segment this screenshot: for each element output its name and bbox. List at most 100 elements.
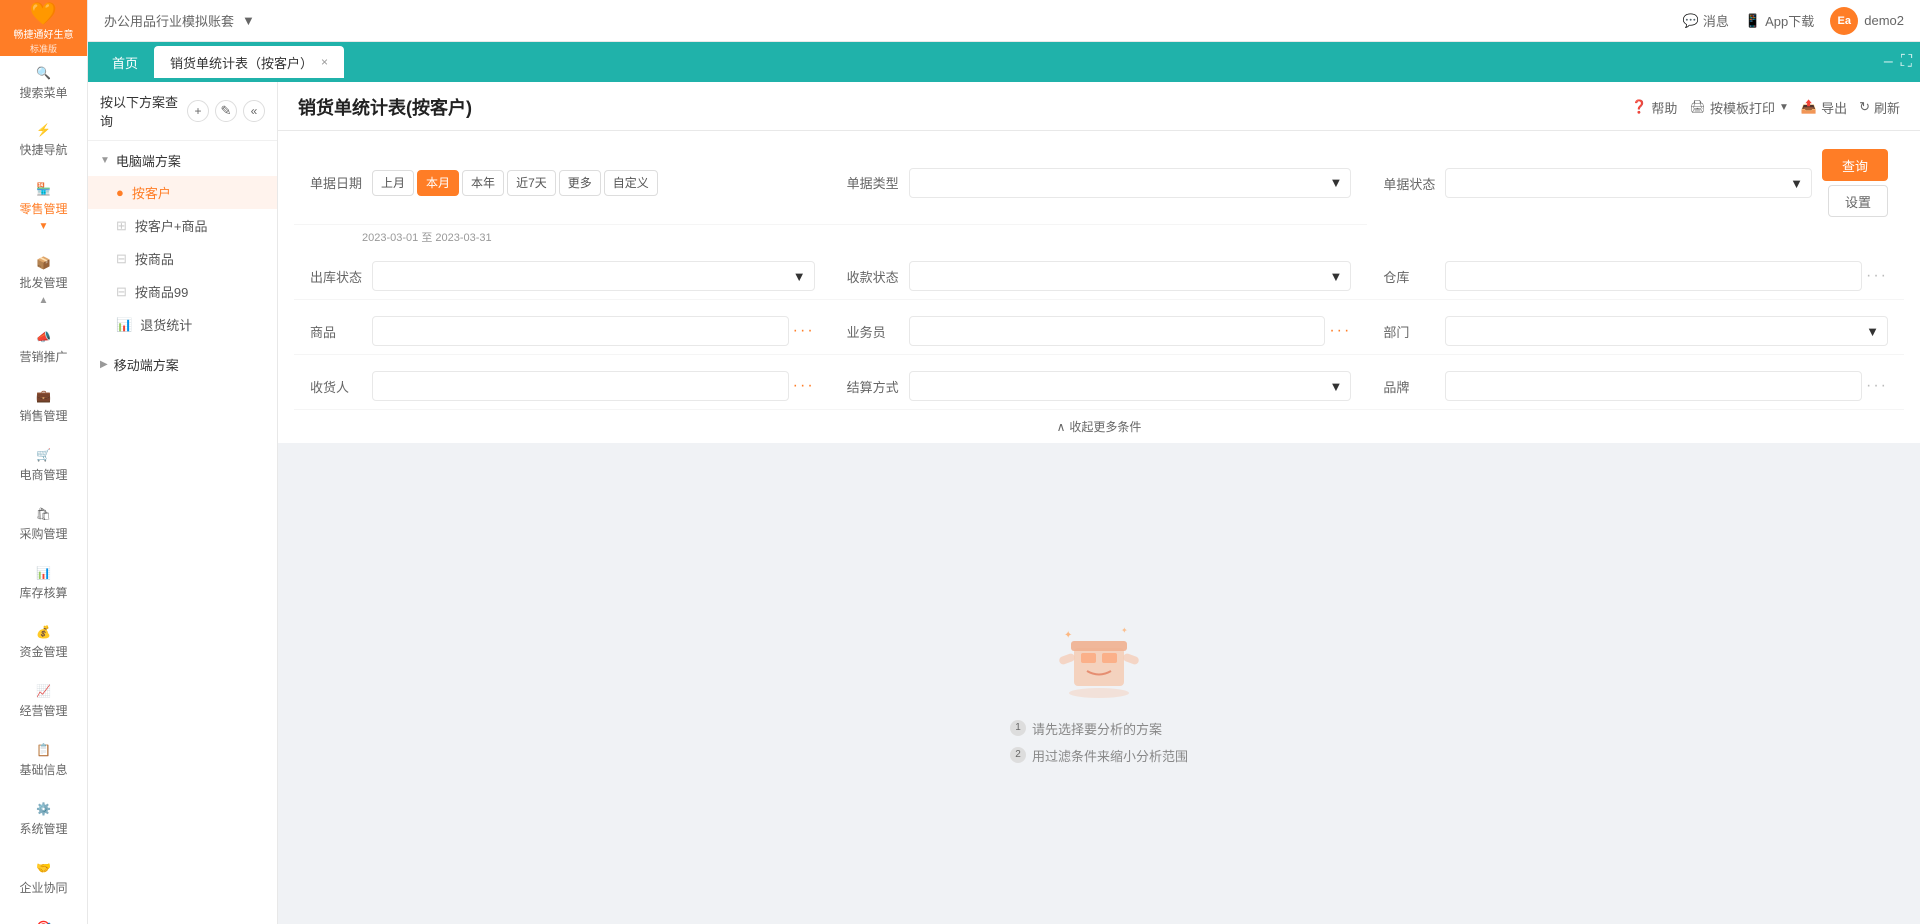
- date-btn-more[interactable]: 更多: [559, 170, 601, 196]
- filter-warehouse: 仓库 ···: [1367, 253, 1904, 300]
- product-dots[interactable]: ···: [793, 322, 815, 340]
- guide-icon: 🎯: [36, 920, 51, 924]
- sidebar-item-guide[interactable]: 🎯 新手引导: [0, 908, 88, 924]
- tab-minimize-btn[interactable]: –: [1884, 53, 1893, 71]
- sidebar-item-marketing[interactable]: 📣 营销推广: [0, 318, 88, 377]
- sidebar-item-wholesale[interactable]: 📦 批发管理 ▲: [0, 244, 88, 318]
- scheme-item-by-customer[interactable]: ● 按客户: [88, 176, 277, 209]
- tab-home-label: 首页: [112, 53, 138, 72]
- tip-text-1: 请先选择要分析的方案: [1032, 719, 1162, 738]
- refresh-label: 刷新: [1874, 98, 1900, 117]
- breadcrumb-dropdown-icon[interactable]: ▼: [242, 13, 255, 28]
- warehouse-input[interactable]: [1445, 261, 1862, 291]
- out-status-content: ▼: [372, 261, 815, 291]
- query-btn[interactable]: 查询: [1822, 149, 1888, 181]
- filter-row-2: 出库状态 ▼ 收款状态 ▼: [278, 249, 1920, 304]
- sidebar-item-retail[interactable]: 🏪 零售管理 ▼: [0, 170, 88, 244]
- recipient-content: ···: [372, 371, 815, 401]
- filter-brand: 品牌 ···: [1367, 363, 1904, 410]
- date-label: 单据日期: [310, 173, 362, 192]
- header-right: 💬 消息 📱 App下载 Ea demo2: [1683, 7, 1904, 35]
- refresh-btn[interactable]: ↻ 刷新: [1859, 98, 1900, 117]
- sidebar-item-operation[interactable]: 📈 经营管理: [0, 672, 88, 731]
- scheme-item-by-customer-product[interactable]: ⊞ 按客户+商品: [88, 209, 277, 242]
- breadcrumb-area: 办公用品行业模拟账套 ▼: [104, 11, 255, 30]
- date-btn-custom[interactable]: 自定义: [604, 170, 658, 196]
- date-btn-last7[interactable]: 近7天: [507, 170, 556, 196]
- app-download-label: App下载: [1765, 11, 1814, 30]
- collapse-btn[interactable]: ∧ 收起更多条件: [1057, 418, 1142, 435]
- out-status-select[interactable]: ▼: [372, 261, 815, 291]
- sidebar-item-quick-nav[interactable]: ⚡ 快捷导航: [0, 111, 88, 170]
- page-title-bar: 销货单统计表(按客户) ❓ 帮助 🖨 按模板打印 ▼ 📤: [278, 82, 1920, 131]
- filter-recipient: 收货人 ···: [294, 363, 831, 410]
- user-area[interactable]: Ea demo2: [1830, 7, 1904, 35]
- wholesale-label: 批发管理: [19, 274, 67, 291]
- message-label: 消息: [1703, 11, 1729, 30]
- tab-active[interactable]: 销货单统计表（按客户） ×: [154, 46, 344, 78]
- date-btn-this-year[interactable]: 本年: [462, 170, 504, 196]
- scheme-desktop-group: ▼ 电脑端方案 ● 按客户 ⊞ 按客户+商品 ⊟ 按商品: [88, 141, 277, 345]
- salesperson-input[interactable]: [909, 316, 1326, 346]
- operation-label: 经营管理: [19, 702, 67, 719]
- export-icon: 📤: [1801, 99, 1817, 115]
- receipt-status-label: 收款状态: [847, 267, 899, 286]
- wholesale-expand-icon: ▲: [39, 295, 49, 306]
- collapse-row: ∧ 收起更多条件: [278, 414, 1920, 443]
- payment-select[interactable]: ▼: [909, 371, 1352, 401]
- recipient-input[interactable]: [372, 371, 789, 401]
- app-download-btn[interactable]: 📱 App下载: [1745, 11, 1814, 30]
- dept-select[interactable]: ▼: [1445, 316, 1888, 346]
- scheme-item-by-product[interactable]: ⊟ 按商品: [88, 242, 277, 275]
- corp-icon: 🤝: [36, 861, 51, 875]
- empty-tip-2: 2 用过滤条件来缩小分析范围: [1010, 746, 1188, 765]
- logo-text: 畅捷通好生意: [14, 29, 74, 42]
- scheme-desktop-title[interactable]: ▼ 电脑端方案: [88, 145, 277, 176]
- tab-home[interactable]: 首页: [96, 46, 154, 78]
- sales-label: 销售管理: [19, 407, 67, 424]
- sidebar-item-ecommerce[interactable]: 🛒 电商管理: [0, 436, 88, 495]
- scheme-collapse-btn[interactable]: «: [243, 100, 265, 122]
- scheme-edit-btn[interactable]: ✎: [215, 100, 237, 122]
- date-btn-last-month[interactable]: 上月: [372, 170, 414, 196]
- settings-btn[interactable]: 设置: [1828, 185, 1888, 217]
- sidebar-item-basic[interactable]: 📋 基础信息: [0, 731, 88, 790]
- print-template-btn[interactable]: 🖨 按模板打印 ▼: [1689, 98, 1788, 117]
- scheme-panel: 按以下方案查询 + ✎ « ▼ 电脑端方案 ● 按客户: [88, 82, 278, 924]
- scheme-mobile-title[interactable]: ▶ 移动端方案: [88, 349, 277, 380]
- scheme-item-return-icon: 📊: [116, 317, 132, 333]
- brand-dots[interactable]: ···: [1866, 377, 1888, 395]
- recipient-dots[interactable]: ···: [793, 377, 815, 395]
- status-select[interactable]: ▼: [1445, 168, 1812, 198]
- sidebar-item-corp[interactable]: 🤝 企业协同: [0, 849, 88, 908]
- status-filter-content: ▼: [1445, 168, 1812, 198]
- export-btn[interactable]: 📤 导出: [1801, 98, 1847, 117]
- help-btn[interactable]: ❓ 帮助: [1631, 98, 1677, 117]
- sidebar-item-sales[interactable]: 💼 销售管理: [0, 377, 88, 436]
- filter-out-status: 出库状态 ▼: [294, 253, 831, 300]
- salesperson-dots[interactable]: ···: [1329, 322, 1351, 340]
- warehouse-dots[interactable]: ···: [1866, 267, 1888, 285]
- scheme-mobile-group: ▶ 移动端方案: [88, 345, 277, 384]
- scheme-add-btn[interactable]: +: [187, 100, 209, 122]
- scheme-item-by-product99[interactable]: ⊟ 按商品99: [88, 275, 277, 308]
- tab-maximize-btn[interactable]: ⛶: [1901, 53, 1912, 71]
- purchase-label: 采购管理: [19, 525, 67, 542]
- search-menu-item[interactable]: 🔍 搜索菜单: [19, 56, 67, 111]
- message-btn[interactable]: 💬 消息: [1683, 11, 1729, 30]
- receipt-status-select[interactable]: ▼: [909, 261, 1352, 291]
- sidebar-item-finance[interactable]: 💰 资金管理: [0, 613, 88, 672]
- sidebar-item-purchase[interactable]: 🛍 采购管理: [0, 495, 88, 554]
- product-input[interactable]: [372, 316, 789, 346]
- type-select[interactable]: ▼: [909, 168, 1352, 198]
- date-btn-this-month[interactable]: 本月: [417, 170, 459, 196]
- desktop-expand-icon: ▼: [100, 155, 110, 166]
- tab-close-btn[interactable]: ×: [321, 55, 328, 69]
- brand-input[interactable]: [1445, 371, 1862, 401]
- scheme-item-return-stats[interactable]: 📊 退货统计: [88, 308, 277, 341]
- receipt-status-content: ▼: [909, 261, 1352, 291]
- sidebar-item-inventory[interactable]: 📊 库存核算: [0, 554, 88, 613]
- sidebar-item-system[interactable]: ⚙️ 系统管理: [0, 790, 88, 849]
- salesperson-label: 业务员: [847, 322, 899, 341]
- receipt-status-chevron: ▼: [1329, 269, 1342, 284]
